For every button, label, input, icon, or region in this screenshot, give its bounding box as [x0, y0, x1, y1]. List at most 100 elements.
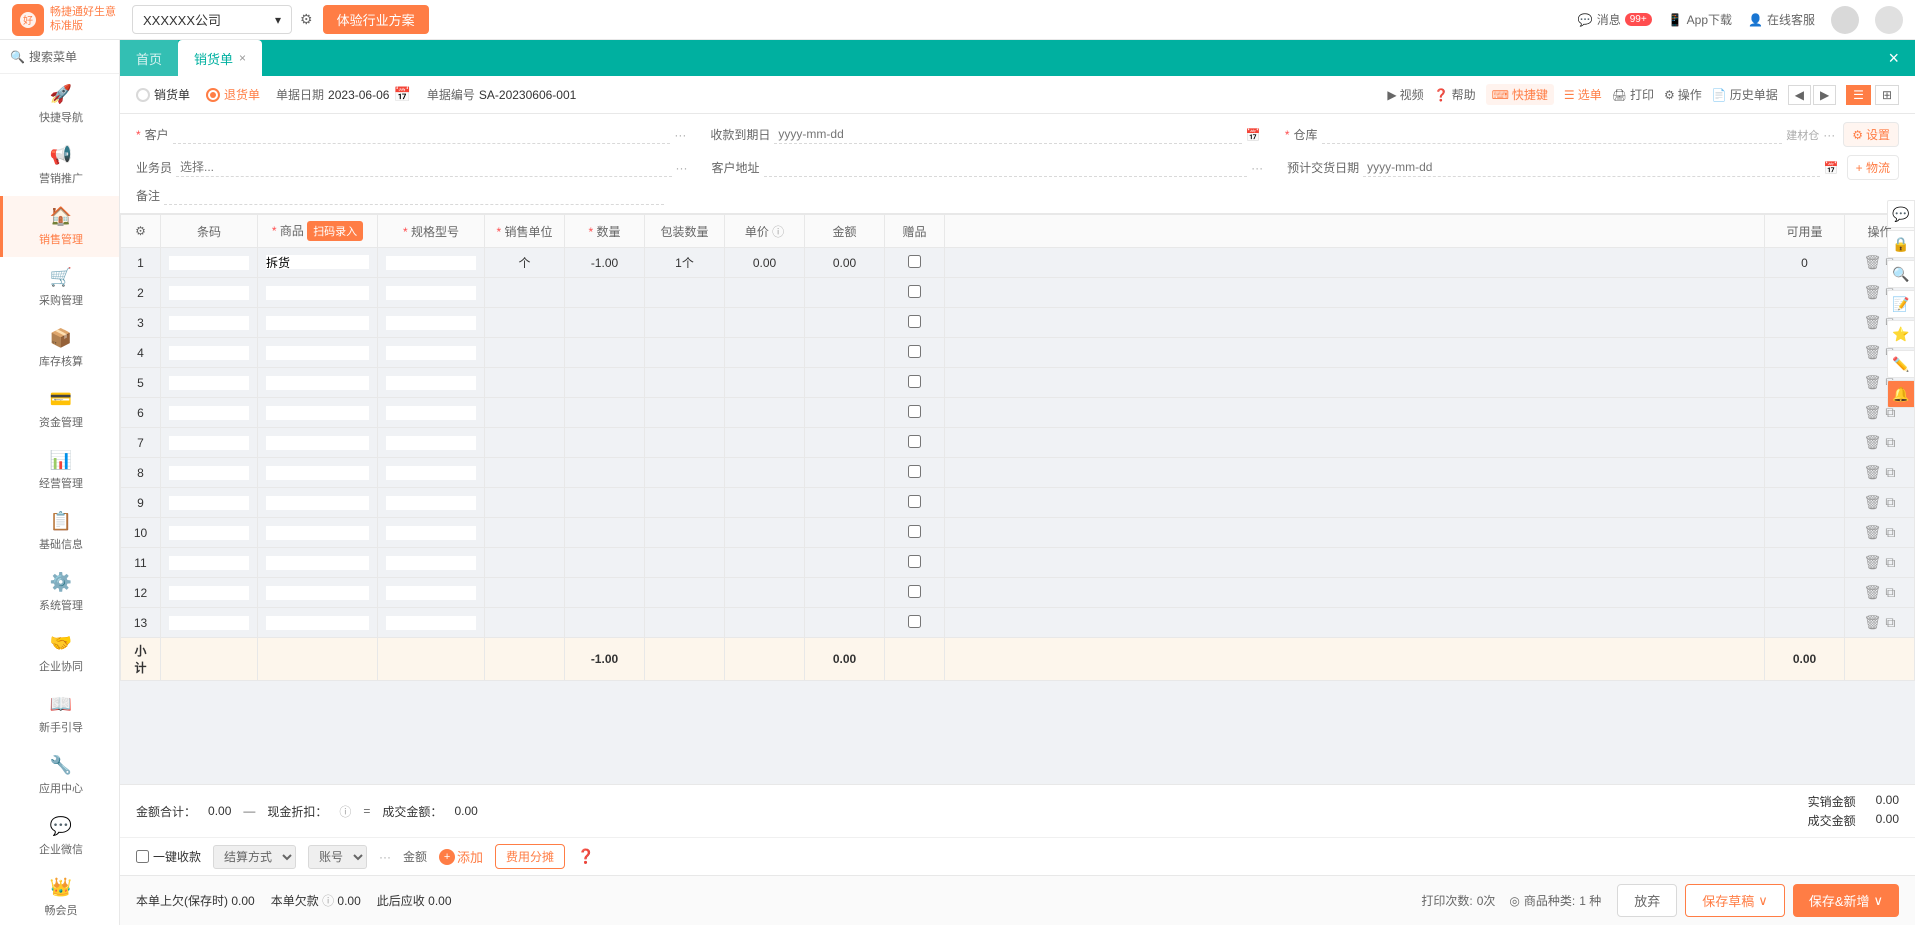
float-note-icon[interactable]: 📝 [1887, 290, 1915, 318]
history-action[interactable]: 📄 历史单据 [1712, 86, 1778, 103]
cell-spec[interactable] [378, 278, 485, 308]
spec-input[interactable] [386, 466, 476, 480]
spec-input[interactable] [386, 376, 476, 390]
gift-checkbox[interactable] [908, 585, 921, 598]
delete-icon[interactable]: 🗑 [1864, 584, 1882, 601]
sidebar-item-finance[interactable]: 💳 资金管理 [0, 379, 119, 440]
sidebar-search[interactable]: 🔍 搜索菜单 [0, 40, 119, 74]
discard-button[interactable]: 放弃 [1617, 884, 1677, 917]
list-view-button[interactable]: ☰ [1846, 85, 1871, 105]
cell-product[interactable] [258, 428, 378, 458]
account-select[interactable]: 账号 [308, 845, 367, 869]
cell-barcode[interactable] [161, 248, 258, 278]
cell-gift[interactable] [885, 518, 945, 548]
gift-checkbox[interactable] [908, 285, 921, 298]
cell-barcode[interactable] [161, 278, 258, 308]
help-circle-icon[interactable]: ⓘ [339, 803, 351, 820]
delete-icon[interactable]: 🗑 [1864, 614, 1882, 631]
sidebar-item-marketing[interactable]: 📢 营销推广 [0, 135, 119, 196]
cell-gift[interactable] [885, 608, 945, 638]
delivery-calendar-icon[interactable]: 📅 [1824, 161, 1839, 175]
tab-close-icon[interactable]: × [239, 51, 246, 65]
cell-product[interactable] [258, 488, 378, 518]
cell-spec[interactable] [378, 608, 485, 638]
save-draft-button[interactable]: 保存草稿 ∨ [1685, 884, 1785, 917]
cell-spec[interactable] [378, 338, 485, 368]
product-input[interactable] [266, 436, 369, 450]
app-download-item[interactable]: 📱 App下载 [1668, 11, 1732, 28]
sidebar-item-inventory[interactable]: 📦 库存核算 [0, 318, 119, 379]
cell-barcode[interactable] [161, 428, 258, 458]
spec-input[interactable] [386, 406, 476, 420]
cell-gift[interactable] [885, 278, 945, 308]
product-input[interactable] [266, 496, 369, 510]
account-dots-icon[interactable]: ··· [379, 850, 391, 864]
barcode-input[interactable] [169, 556, 249, 570]
cell-gift[interactable] [885, 338, 945, 368]
gift-checkbox[interactable] [908, 555, 921, 568]
warehouse-dots-icon[interactable]: ··· [1823, 128, 1835, 142]
tab-sales-order[interactable]: 销货单 × [178, 40, 262, 76]
radio-sales[interactable]: 销货单 [136, 86, 190, 103]
product-input[interactable] [266, 526, 369, 540]
addr-dots-icon[interactable]: ··· [1251, 161, 1263, 175]
payment-due-input[interactable] [774, 125, 1241, 144]
cell-gift[interactable] [885, 428, 945, 458]
cell-spec[interactable] [378, 518, 485, 548]
company-selector[interactable]: XXXXXX公司 ▾ [132, 5, 292, 34]
cell-spec[interactable] [378, 308, 485, 338]
product-input[interactable] [266, 616, 369, 630]
help-action[interactable]: ❓ 帮助 [1434, 86, 1476, 103]
cell-barcode[interactable] [161, 398, 258, 428]
cell-product[interactable] [258, 248, 378, 278]
cell-product[interactable] [258, 308, 378, 338]
cell-barcode[interactable] [161, 458, 258, 488]
salesperson-dots-icon[interactable]: ··· [676, 161, 688, 175]
delete-icon[interactable]: 🗑 [1864, 524, 1882, 541]
delete-icon[interactable]: 🗑 [1864, 494, 1882, 511]
sidebar-item-app-center[interactable]: 🔧 应用中心 [0, 745, 119, 806]
save-new-button[interactable]: 保存&新增 ∨ [1793, 884, 1899, 917]
spec-input[interactable] [386, 616, 476, 630]
product-input[interactable] [266, 316, 369, 330]
tab-home[interactable]: 首页 [120, 40, 178, 76]
one-click-checkbox[interactable] [136, 850, 149, 863]
delete-icon[interactable]: 🗑 [1864, 554, 1882, 571]
barcode-input[interactable] [169, 346, 249, 360]
gift-checkbox[interactable] [908, 615, 921, 628]
product-input[interactable] [266, 556, 369, 570]
product-input[interactable] [266, 466, 369, 480]
spec-input[interactable] [386, 496, 476, 510]
cell-barcode[interactable] [161, 578, 258, 608]
barcode-input[interactable] [169, 616, 249, 630]
sidebar-item-purchase[interactable]: 🛒 采购管理 [0, 257, 119, 318]
sidebar-item-quick-nav[interactable]: 🚀 快捷导航 [0, 74, 119, 135]
cell-gift[interactable] [885, 308, 945, 338]
cell-spec[interactable] [378, 398, 485, 428]
gift-checkbox[interactable] [908, 465, 921, 478]
print-action[interactable]: 🖨 打印 [1612, 86, 1654, 103]
cell-spec[interactable] [378, 578, 485, 608]
spec-input[interactable] [386, 436, 476, 450]
delete-icon[interactable]: 🗑 [1864, 314, 1882, 331]
cell-gift[interactable] [885, 548, 945, 578]
cell-spec[interactable] [378, 368, 485, 398]
copy-icon[interactable]: ⧉ [1885, 434, 1895, 451]
cell-barcode[interactable] [161, 548, 258, 578]
select-action[interactable]: ☰ 选单 [1564, 86, 1602, 103]
cell-gift[interactable] [885, 488, 945, 518]
spec-input[interactable] [386, 346, 476, 360]
salesperson-input[interactable] [176, 158, 672, 177]
add-button[interactable]: + 添加 [439, 847, 483, 866]
th-settings[interactable]: ⚙ [121, 215, 161, 248]
cell-gift[interactable] [885, 368, 945, 398]
prev-page-button[interactable]: ◀ [1788, 85, 1811, 105]
float-edit-icon[interactable]: ✏️ [1887, 350, 1915, 378]
gift-checkbox[interactable] [908, 375, 921, 388]
operation-action[interactable]: ⚙ 操作 [1664, 86, 1702, 103]
wuliu-button[interactable]: + 物流 [1847, 155, 1899, 180]
product-input[interactable] [266, 586, 369, 600]
cell-barcode[interactable] [161, 368, 258, 398]
settings-icon[interactable]: ⚙ [300, 11, 313, 28]
gift-checkbox[interactable] [908, 435, 921, 448]
